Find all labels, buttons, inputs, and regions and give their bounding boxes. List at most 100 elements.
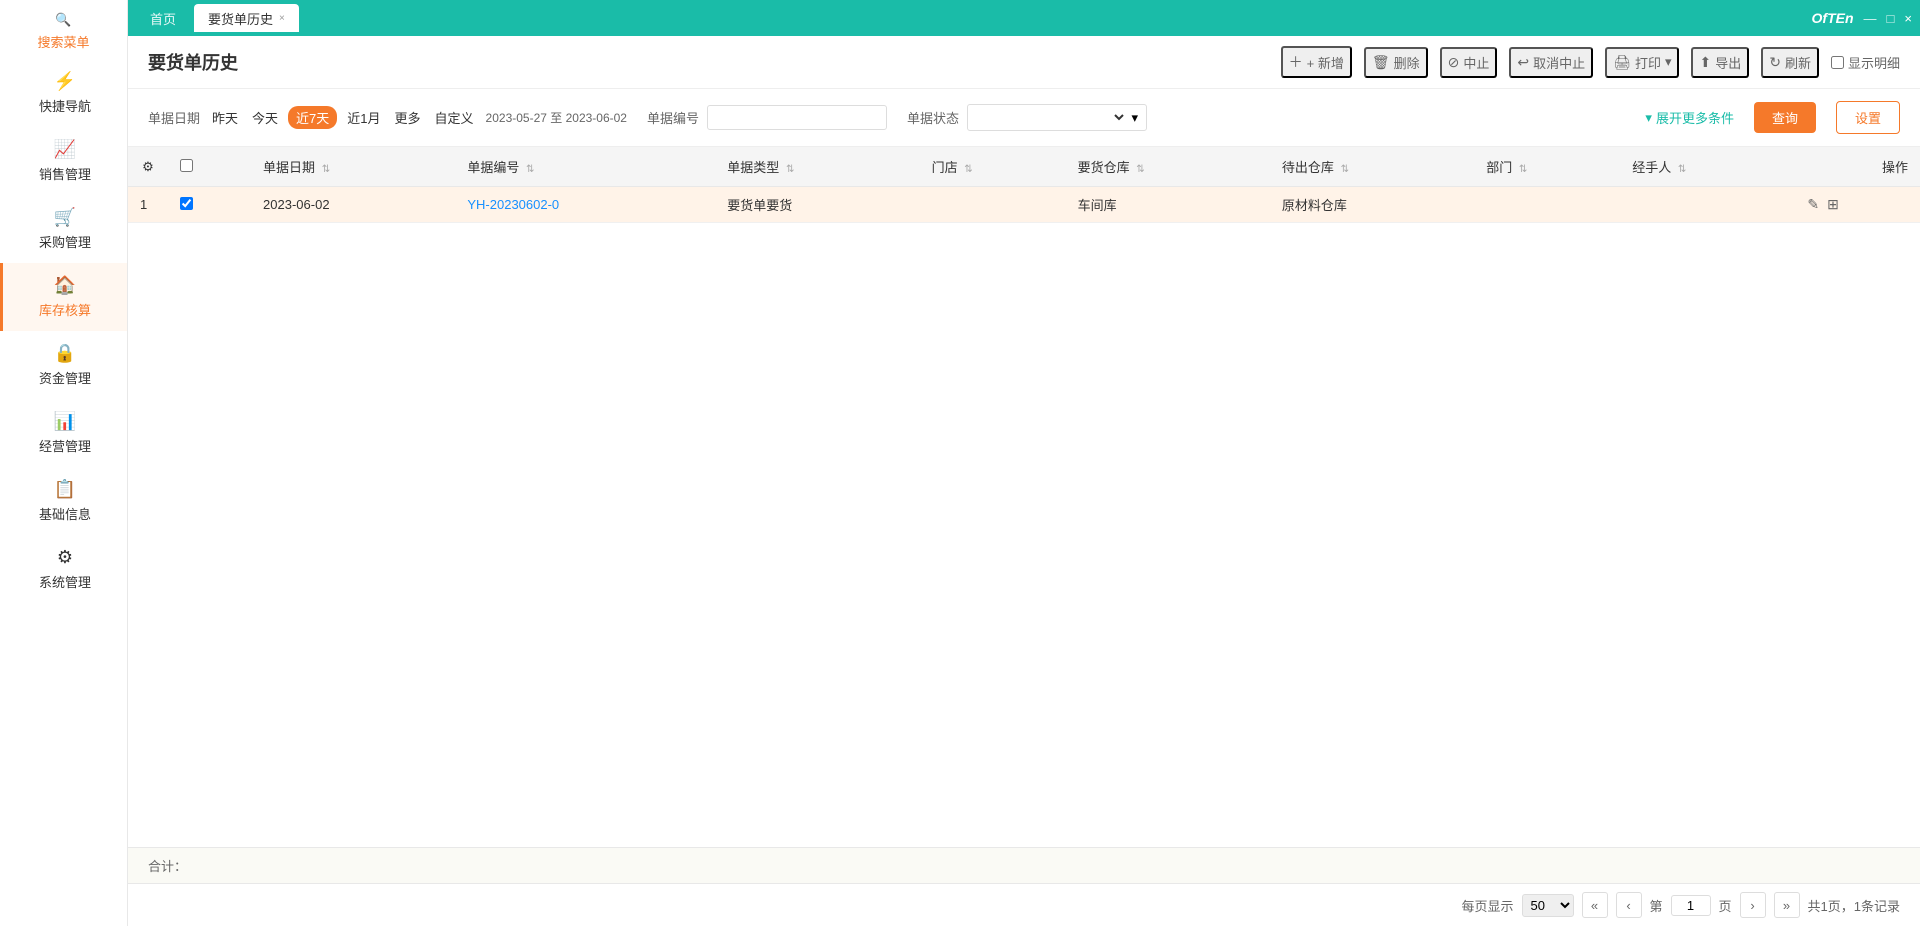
cancel-stop-btn[interactable]: ↩ 取消中止 [1509, 47, 1593, 78]
tab-bar-right: OfTEn — □ × [1812, 10, 1912, 26]
sidebar-search[interactable]: 🔍 搜索菜单 [0, 0, 127, 59]
window-maximize-btn[interactable]: □ [1887, 11, 1895, 26]
date-btn-custom[interactable]: 自定义 [431, 107, 478, 128]
delete-btn[interactable]: 🗑 删除 [1364, 47, 1428, 78]
window-close-btn[interactable]: × [1904, 11, 1912, 26]
date-btn-today[interactable]: 今天 [248, 107, 282, 128]
date-range-display: 2023-05-27 至 2023-06-02 [486, 109, 627, 126]
sidebar-item-sales[interactable]: 📈 销售管理 [0, 127, 127, 195]
inventory-icon: 🏠 [54, 275, 76, 296]
export-btn-label: 导出 [1715, 53, 1741, 72]
store-sort-icon: ⇅ [964, 164, 972, 175]
shortcut-icon: ⚡ [54, 71, 76, 92]
department-sort-icon: ⇅ [1519, 164, 1527, 175]
tab-home[interactable]: 首页 [136, 4, 190, 32]
sidebar-item-inventory[interactable]: 🏠 库存核算 [0, 263, 127, 331]
table-handler-header-label: 经手人 [1632, 160, 1671, 175]
display-detail-toggle[interactable]: 显示明细 [1831, 53, 1900, 72]
toolbar: ＋ + 新增 🗑 删除 ⊘ 中止 ↩ 取消中止 🖨 打印 [1281, 46, 1900, 78]
row-index: 1 [128, 187, 168, 223]
select-all-checkbox[interactable] [180, 159, 193, 172]
prev-page-btn[interactable]: ‹ [1616, 892, 1642, 918]
display-detail-checkbox[interactable] [1831, 56, 1844, 69]
page-number-input[interactable] [1671, 895, 1711, 916]
window-minimize-btn[interactable]: — [1864, 11, 1877, 26]
settings-btn[interactable]: 设置 [1836, 101, 1900, 134]
date-btn-1month[interactable]: 近1月 [343, 107, 384, 128]
data-table: ⚙ 单据日期 ⇅ 单据编号 ⇅ [128, 147, 1920, 223]
sidebar-item-label: 销售管理 [39, 164, 91, 183]
table-store-header[interactable]: 门店 ⇅ [920, 147, 1066, 187]
status-select[interactable] [976, 109, 1127, 126]
sidebar-item-label: 系统管理 [39, 572, 91, 591]
tab-bar: 首页 要货单历史 × OfTEn — □ × [128, 0, 1920, 36]
row-delete-icon[interactable]: ⊞ [1827, 196, 1839, 213]
next-page-btn[interactable]: › [1740, 892, 1766, 918]
stop-icon: ⊘ [1448, 54, 1460, 71]
query-btn[interactable]: 查询 [1754, 102, 1816, 133]
order-number-input[interactable] [707, 105, 887, 130]
main-area: 首页 要货单历史 × OfTEn — □ × 要货单历史 ＋ + 新增 🗑 [128, 0, 1920, 926]
expand-conditions-btn[interactable]: ▾ 展开更多条件 [1645, 108, 1734, 127]
date-filter-group: 单据日期 昨天 今天 近7天 近1月 更多 自定义 2023-05-27 至 2… [148, 106, 627, 129]
date-filter-label: 单据日期 [148, 108, 200, 127]
sidebar-item-label: 基础信息 [39, 504, 91, 523]
filter-bar: 单据日期 昨天 今天 近7天 近1月 更多 自定义 2023-05-27 至 2… [128, 89, 1920, 147]
table-pending-warehouse-header[interactable]: 待出仓库 ⇅ [1270, 147, 1474, 187]
new-icon: ＋ [1289, 52, 1303, 72]
row-store [920, 187, 1066, 223]
export-icon: ⬆ [1699, 54, 1711, 71]
row-edit-icon[interactable]: ✎ [1807, 196, 1819, 213]
sidebar-item-shortcut[interactable]: ⚡ 快捷导航 [0, 59, 127, 127]
status-select-wrapper: ▾ [967, 104, 1147, 131]
handler-sort-icon: ⇅ [1678, 164, 1686, 175]
status-chevron-icon: ▾ [1131, 110, 1138, 126]
first-page-btn[interactable]: « [1582, 892, 1608, 918]
sidebar-item-system[interactable]: ⚙ 系统管理 [0, 535, 127, 603]
table-number-header[interactable]: 单据编号 ⇅ [455, 147, 715, 187]
sidebar-item-label: 采购管理 [39, 232, 91, 251]
tab-home-label: 首页 [150, 9, 176, 28]
tab-close-icon[interactable]: × [279, 13, 285, 24]
row-checkbox[interactable] [168, 187, 251, 223]
expand-btn-label: 展开更多条件 [1656, 108, 1734, 127]
date-filter-btns: 昨天 今天 近7天 近1月 更多 自定义 [208, 106, 478, 129]
last-page-btn[interactable]: » [1774, 892, 1800, 918]
sidebar-item-operations[interactable]: 📊 经营管理 [0, 399, 127, 467]
stop-btn[interactable]: ⊘ 中止 [1440, 47, 1498, 78]
tab-order-history[interactable]: 要货单历史 × [194, 4, 299, 32]
sidebar-item-finance[interactable]: 🔒 资金管理 [0, 331, 127, 399]
row-pending-warehouse: 原材料仓库 [1270, 187, 1474, 223]
order-number-filter-group: 单据编号 [647, 105, 887, 130]
table-department-header-label: 部门 [1486, 160, 1512, 175]
date-btn-yesterday[interactable]: 昨天 [208, 107, 242, 128]
table-department-header[interactable]: 部门 ⇅ [1474, 147, 1620, 187]
cancel-stop-icon: ↩ [1517, 54, 1529, 71]
print-btn[interactable]: 🖨 打印 ▾ [1605, 47, 1679, 78]
status-filter-group: 单据状态 ▾ [907, 104, 1147, 131]
total-info: 共1页，1条记录 [1808, 896, 1900, 915]
sidebar-item-purchase[interactable]: 🛒 采购管理 [0, 195, 127, 263]
table-handler-header[interactable]: 经手人 ⇅ [1620, 147, 1795, 187]
page-size-select[interactable]: 50 10 20 100 [1522, 894, 1574, 917]
table-row: 1 2023-06-02 YH-20230602-0 要货单要货 车间库 原材料… [128, 187, 1920, 223]
row-number-link[interactable]: YH-20230602-0 [467, 197, 559, 212]
table-req-warehouse-header[interactable]: 要货仓库 ⇅ [1066, 147, 1270, 187]
new-btn[interactable]: ＋ + 新增 [1281, 46, 1352, 78]
date-btn-7days[interactable]: 近7天 [288, 106, 337, 129]
pagination: 每页显示 50 10 20 100 « ‹ 第 页 › » 共1页，1条记录 [128, 883, 1920, 926]
date-btn-more[interactable]: 更多 [391, 107, 425, 128]
display-detail-label: 显示明细 [1848, 53, 1900, 72]
table-settings-icon[interactable]: ⚙ [142, 159, 154, 174]
table-type-header[interactable]: 单据类型 ⇅ [715, 147, 919, 187]
sidebar-item-basic[interactable]: 📋 基础信息 [0, 467, 127, 535]
refresh-btn[interactable]: ↻ 刷新 [1761, 47, 1819, 78]
table-settings-header[interactable]: ⚙ [128, 147, 168, 187]
row-type: 要货单要货 [715, 187, 919, 223]
table-store-header-label: 门店 [932, 160, 958, 175]
table-req-warehouse-header-label: 要货仓库 [1078, 160, 1130, 175]
export-btn[interactable]: ⬆ 导出 [1691, 47, 1749, 78]
finance-icon: 🔒 [54, 343, 76, 364]
table-date-header[interactable]: 单据日期 ⇅ [251, 147, 455, 187]
table-checkbox-header[interactable] [168, 147, 251, 187]
